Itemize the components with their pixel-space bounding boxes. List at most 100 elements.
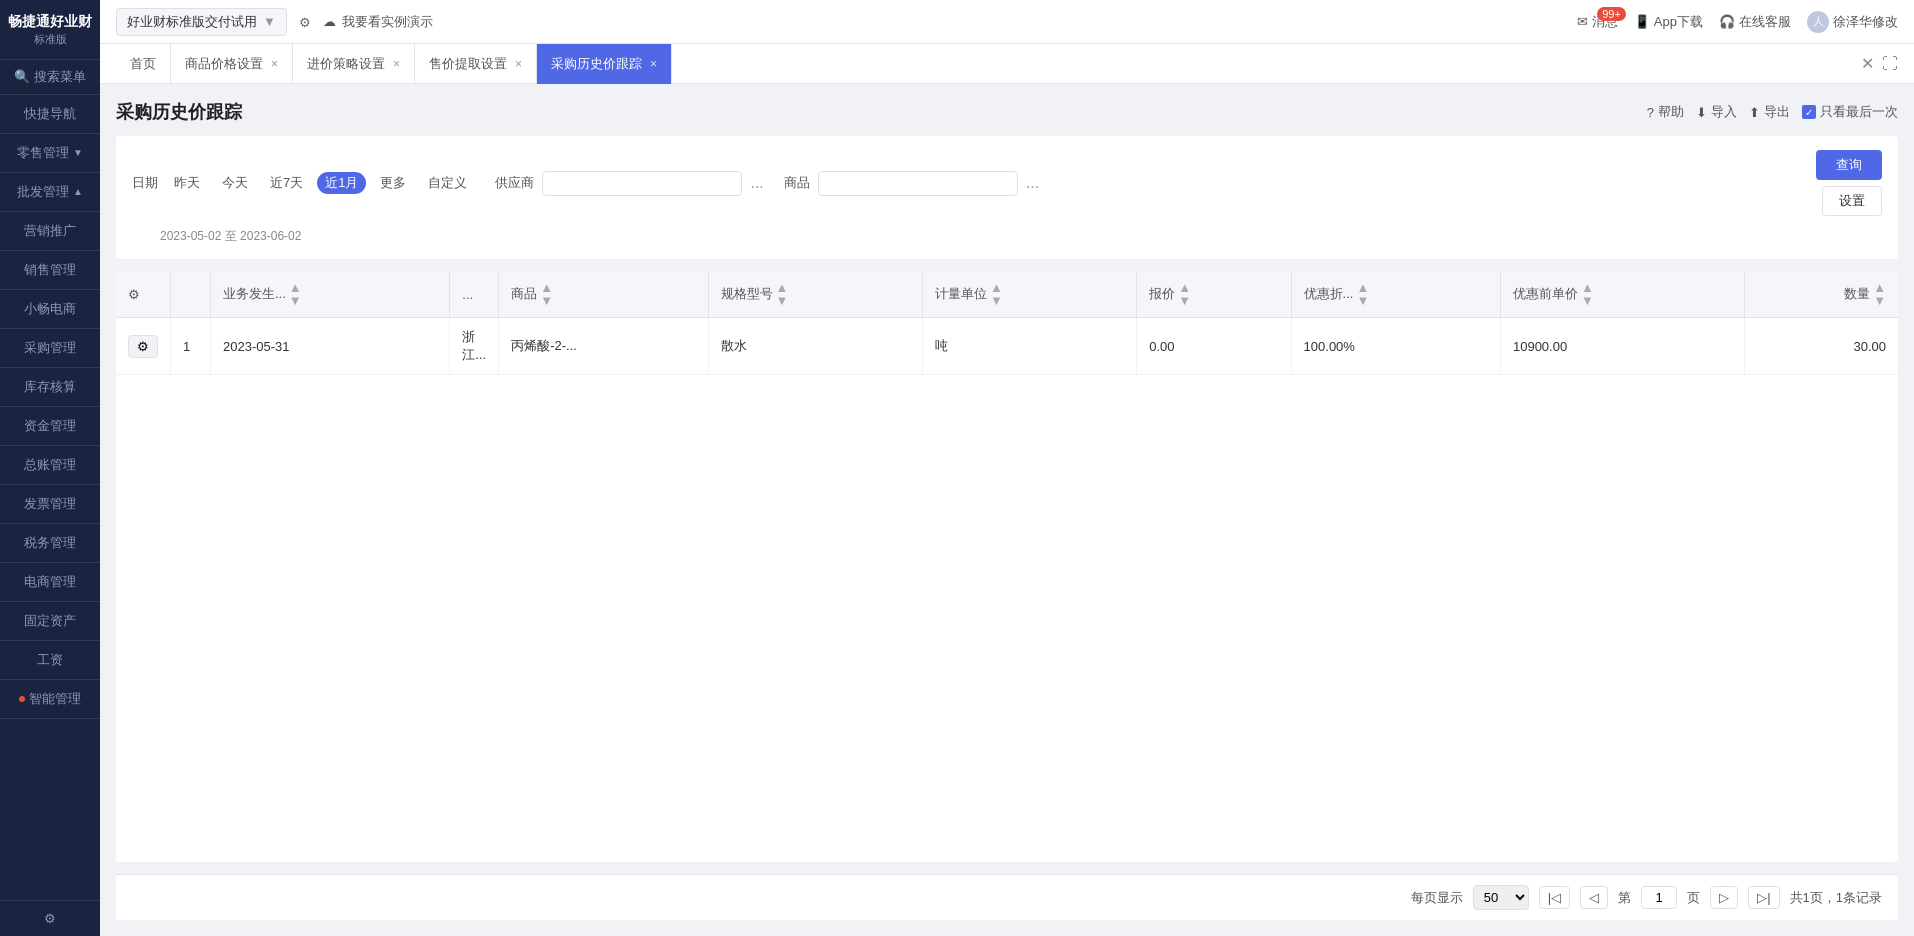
pagination: 每页显示 50 100 200 |◁ ◁ 第 页 ▷ ▷| 共1页，1条记录 <box>116 874 1898 920</box>
discount-sort-icon[interactable]: ▲▼ <box>1356 281 1369 307</box>
sidebar-item-smart[interactable]: 智能管理 <box>0 680 100 719</box>
tab-sale-price-close[interactable]: × <box>515 57 522 71</box>
last-page-btn[interactable]: ▷| <box>1748 886 1779 909</box>
row-gear-btn[interactable]: ⚙ <box>128 335 158 358</box>
sidebar-item-purchase[interactable]: 采购管理 <box>0 329 100 368</box>
user-name: 徐泽华修改 <box>1833 13 1898 31</box>
per-page-select[interactable]: 50 100 200 <box>1473 885 1529 910</box>
tab-maximize-icon[interactable]: ⛶ <box>1882 55 1898 73</box>
date-option-7days[interactable]: 近7天 <box>262 172 311 194</box>
date-options: 昨天 今天 近7天 近1月 更多 自定义 <box>166 172 475 194</box>
search-icon: 🔍 <box>14 69 30 84</box>
sidebar-settings-btn[interactable]: ⚙ <box>0 900 100 936</box>
table-area: ⚙ 业务发生... ▲▼ ... <box>116 271 1898 862</box>
td-date: 2023-05-31 <box>211 318 450 375</box>
th-goods-label: 规格型号 <box>721 285 773 303</box>
th-supplier-label: 商品 <box>511 285 537 303</box>
row-pre-price: 10900.00 <box>1513 339 1567 354</box>
th-more-dots[interactable]: ... <box>462 287 473 302</box>
tab-purchase-strategy-close[interactable]: × <box>393 57 400 71</box>
sidebar-item-tax[interactable]: 税务管理 <box>0 524 100 563</box>
next-page-btn[interactable]: ▷ <box>1710 886 1738 909</box>
wholesale-label: 批发管理 <box>17 183 69 201</box>
date-option-custom[interactable]: 自定义 <box>420 172 475 194</box>
message-btn[interactable]: ✉ 消息 99+ <box>1577 13 1618 31</box>
user-btn[interactable]: 人 徐泽华修改 <box>1807 11 1898 33</box>
gear-icon: ⚙ <box>299 15 311 30</box>
unit-sort-icon[interactable]: ▲▼ <box>990 281 1003 307</box>
goods-sort-icon[interactable]: ▲▼ <box>776 281 789 307</box>
date-sort-icon[interactable]: ▲▼ <box>289 281 302 307</box>
goods-dots[interactable]: ... <box>1026 174 1039 192</box>
supplier-sort-icon[interactable]: ▲▼ <box>540 281 553 307</box>
date-option-today[interactable]: 今天 <box>214 172 256 194</box>
date-option-more[interactable]: 更多 <box>372 172 414 194</box>
version-selector-text: 好业财标准版交付试用 <box>127 13 257 31</box>
sidebar-item-wholesale[interactable]: 批发管理 ▲ <box>0 173 100 212</box>
column-gear-icon[interactable]: ⚙ <box>128 287 140 302</box>
supplier-filter-group: 供应商 ... <box>495 171 763 196</box>
app-download-label: App下载 <box>1654 13 1703 31</box>
date-filter-label: 日期 <box>132 174 158 192</box>
help-btn[interactable]: ? 帮助 <box>1647 103 1684 121</box>
sidebar-item-invoice[interactable]: 发票管理 <box>0 485 100 524</box>
logo-title: 畅捷通好业财 <box>8 12 92 32</box>
online-service-btn[interactable]: 🎧 在线客服 <box>1719 13 1791 31</box>
ecommerce-label: 电商管理 <box>24 574 76 589</box>
tab-purchase-strategy[interactable]: 进价策略设置 × <box>293 44 415 84</box>
sidebar-item-sales[interactable]: 销售管理 <box>0 251 100 290</box>
pre-price-sort-icon[interactable]: ▲▼ <box>1581 281 1594 307</box>
price-sort-icon[interactable]: ▲▼ <box>1178 281 1191 307</box>
export-btn[interactable]: ⬆ 导出 <box>1749 103 1790 121</box>
sidebar-search[interactable]: 🔍 搜索菜单 <box>0 60 100 95</box>
sidebar-item-finance[interactable]: 资金管理 <box>0 407 100 446</box>
th-qty: 数量 ▲▼ <box>1745 271 1898 318</box>
topbar-gear-btn[interactable]: ⚙ <box>299 13 311 31</box>
version-selector[interactable]: 好业财标准版交付试用 ▼ <box>116 8 287 36</box>
date-option-1month[interactable]: 近1月 <box>317 172 366 194</box>
date-option-yesterday[interactable]: 昨天 <box>166 172 208 194</box>
tab-price-setting[interactable]: 商品价格设置 × <box>171 44 293 84</box>
sidebar-item-salary[interactable]: 工资 <box>0 641 100 680</box>
goods-input[interactable] <box>818 171 1018 196</box>
tab-home[interactable]: 首页 <box>116 44 171 84</box>
accounting-label: 总账管理 <box>24 457 76 472</box>
supplier-input[interactable] <box>542 171 742 196</box>
sidebar-item-retail[interactable]: 零售管理 ▼ <box>0 134 100 173</box>
assets-label: 固定资产 <box>24 613 76 628</box>
tab-purchase-history-close[interactable]: × <box>650 57 657 71</box>
page-unit: 页 <box>1687 889 1700 907</box>
query-btn[interactable]: 查询 <box>1816 150 1882 180</box>
logo-subtitle: 标准版 <box>8 32 92 47</box>
import-btn[interactable]: ⬇ 导入 <box>1696 103 1737 121</box>
first-page-btn[interactable]: |◁ <box>1539 886 1570 909</box>
tab-price-setting-close[interactable]: × <box>271 57 278 71</box>
prev-page-btn[interactable]: ◁ <box>1580 886 1608 909</box>
tab-purchase-history[interactable]: 采购历史价跟踪 × <box>537 44 672 84</box>
page-input[interactable] <box>1641 886 1677 909</box>
qty-sort-icon[interactable]: ▲▼ <box>1873 281 1886 307</box>
demo-btn[interactable]: ☁ 我要看实例演示 <box>323 13 433 31</box>
sidebar-item-accounting[interactable]: 总账管理 <box>0 446 100 485</box>
message-badge: 99+ <box>1597 7 1626 21</box>
inventory-label: 库存核算 <box>24 379 76 394</box>
sidebar-item-inventory[interactable]: 库存核算 <box>0 368 100 407</box>
th-date: 业务发生... ▲▼ <box>211 271 450 318</box>
sidebar-item-ecommerce-small[interactable]: 小畅电商 <box>0 290 100 329</box>
sidebar-item-ecommerce[interactable]: 电商管理 <box>0 563 100 602</box>
sidebar-item-quicknav[interactable]: 快捷导航 <box>0 95 100 134</box>
only-latest-checkbox[interactable]: ✓ 只看最后一次 <box>1802 103 1898 121</box>
sidebar-item-assets[interactable]: 固定资产 <box>0 602 100 641</box>
app-download-btn[interactable]: 📱 App下载 <box>1634 13 1703 31</box>
tab-close-all-icon[interactable]: ✕ <box>1861 54 1874 73</box>
sidebar-item-marketing[interactable]: 营销推广 <box>0 212 100 251</box>
tab-sale-price[interactable]: 售价提取设置 × <box>415 44 537 84</box>
filter-area: 日期 昨天 今天 近7天 近1月 更多 自定义 供应商 ... <box>116 136 1898 259</box>
td-more: 浙江... <box>450 318 499 375</box>
row-date: 2023-05-31 <box>223 339 290 354</box>
settings-btn[interactable]: 设置 <box>1822 186 1882 216</box>
td-unit: 散水 <box>708 318 922 375</box>
row-unit: 散水 <box>721 338 747 353</box>
supplier-dots[interactable]: ... <box>750 174 763 192</box>
page-title: 采购历史价跟踪 <box>116 100 242 124</box>
